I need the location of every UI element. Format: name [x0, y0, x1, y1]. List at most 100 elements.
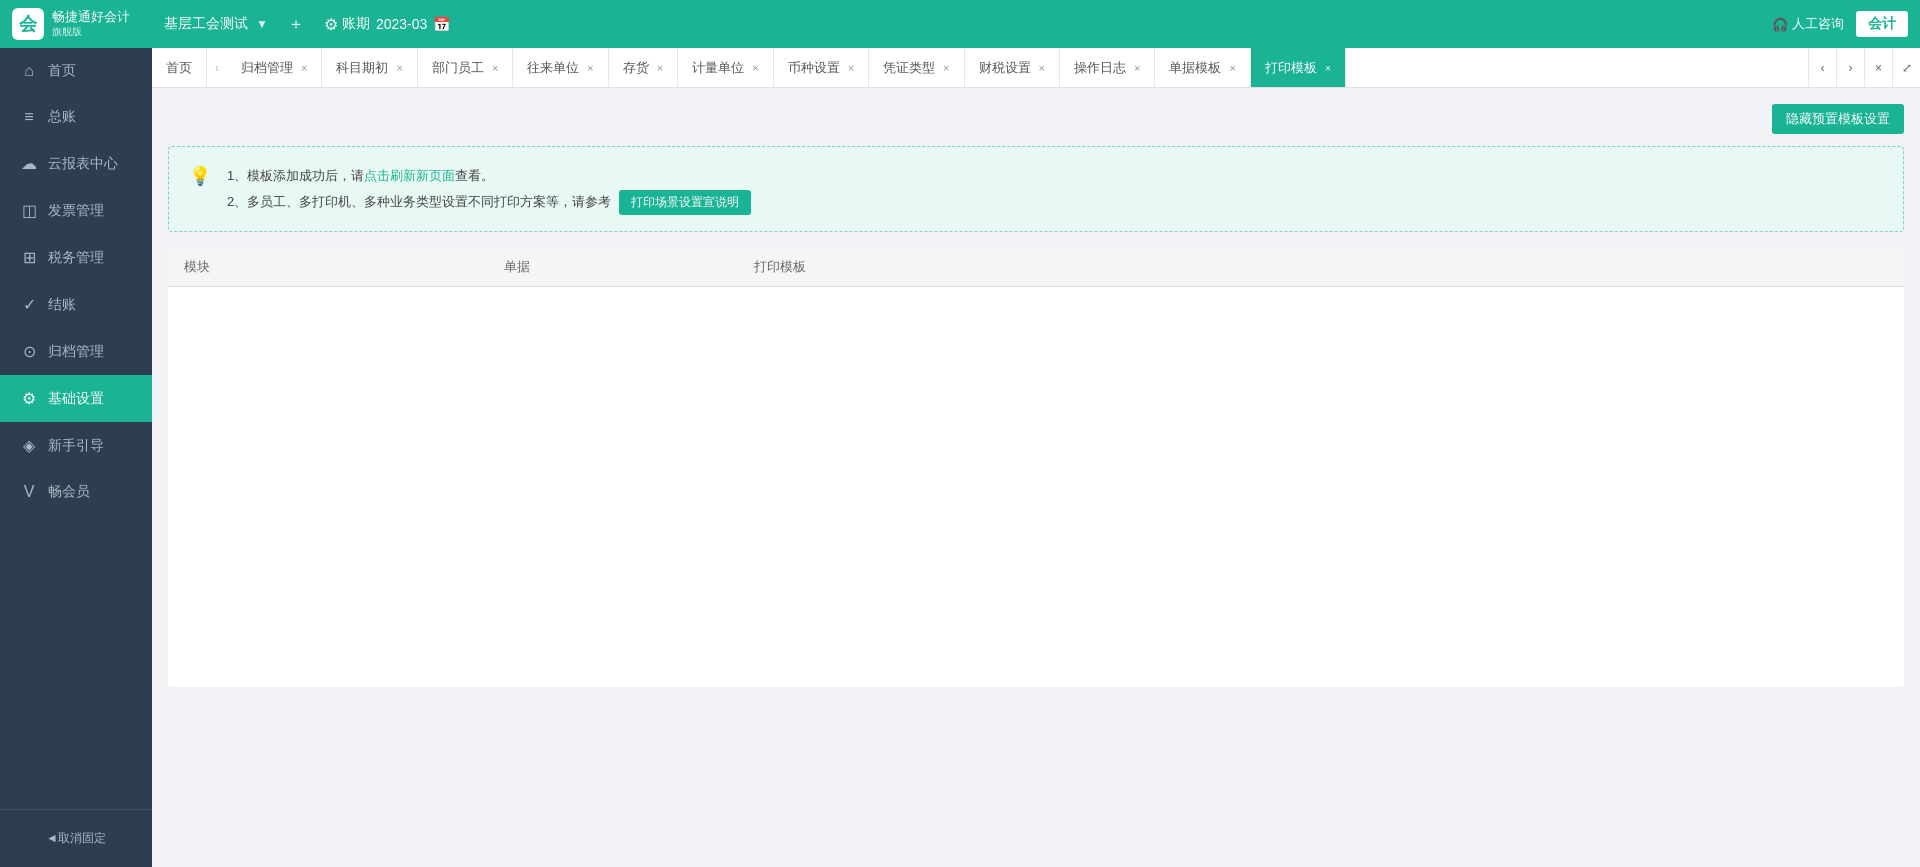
sidebar-item-label: 结账 [48, 296, 76, 314]
sidebar-item-label: 总账 [48, 108, 76, 126]
tab-label: 操作日志 [1074, 59, 1126, 77]
th-template: 打印模板 [738, 248, 1904, 286]
tab-voucher-type[interactable]: 凭证类型 × [869, 48, 964, 87]
settings-icon[interactable]: ⚙ [320, 11, 342, 38]
print-scene-button[interactable]: 打印场景设置宣说明 [619, 190, 751, 215]
calendar-icon[interactable]: 📅 [433, 16, 450, 32]
tab-measure-unit[interactable]: 计量单位 × [678, 48, 773, 87]
member-icon: V [20, 483, 38, 501]
archive-icon: ⊙ [20, 342, 38, 361]
tab-home-label: 首页 [166, 59, 192, 77]
bulb-icon: 💡 [189, 165, 211, 187]
sidebar-item-reports[interactable]: ☁ 云报表中心 [0, 140, 152, 187]
tab-close-icon[interactable]: × [1325, 62, 1331, 74]
period-info: 账期 2023-03 📅 [342, 15, 450, 33]
tab-archive-mgmt[interactable]: 归档管理 × [227, 48, 322, 87]
tab-counterparty[interactable]: 往来单位 × [513, 48, 608, 87]
hide-preview-button[interactable]: 隐藏预置模板设置 [1772, 104, 1904, 134]
tab-bar-nav: ‹ › × ⤢ [1808, 48, 1920, 87]
period-label: 账期 [342, 15, 370, 33]
tab-dept-staff[interactable]: 部门员工 × [418, 48, 513, 87]
sidebar-item-general-ledger[interactable]: ≡ 总账 [0, 94, 152, 140]
tab-bar: 首页 ‹ 归档管理 × 科目期初 × 部门员工 × 往来单位 × 存货 × [152, 48, 1920, 88]
logo-text-area: 畅捷通好会计 旗舰版 [52, 9, 130, 39]
tax-icon: ⊞ [20, 248, 38, 267]
company-selector[interactable]: 基层工会测试 ▼ [164, 15, 268, 33]
info-line1: 1、模板添加成功后，请点击刷新新页面查看。 [227, 163, 751, 189]
cloud-icon: ☁ [20, 154, 38, 173]
tab-label: 打印模板 [1265, 59, 1317, 77]
tab-close-icon[interactable]: × [943, 62, 949, 74]
kuai-button[interactable]: 会计 [1856, 11, 1908, 37]
tab-inventory[interactable]: 存货 × [609, 48, 678, 87]
customer-service-button[interactable]: 🎧 人工咨询 [1772, 15, 1844, 33]
settings-icon: ⚙ [20, 389, 38, 408]
tab-close-icon[interactable]: × [752, 62, 758, 74]
info-text-prefix: 1、模板添加成功后，请 [227, 168, 364, 183]
tab-close-icon[interactable]: × [1134, 62, 1140, 74]
top-bar-right: 🎧 人工咨询 会计 [1772, 11, 1908, 37]
tab-close-icon[interactable]: × [587, 62, 593, 74]
tab-close-icon[interactable]: × [492, 62, 498, 74]
table-header: 模块 单据 打印模板 [168, 248, 1904, 287]
tab-close-icon[interactable]: × [1229, 62, 1235, 74]
sidebar-item-archive[interactable]: ⊙ 归档管理 [0, 328, 152, 375]
tab-close-icon[interactable]: × [301, 62, 307, 74]
sidebar-item-label: 云报表中心 [48, 155, 118, 173]
tab-close-icon[interactable]: × [848, 62, 854, 74]
tab-expand-button[interactable]: ⤢ [1892, 48, 1920, 87]
sidebar-item-home[interactable]: ⌂ 首页 [0, 48, 152, 94]
sidebar-item-tax[interactable]: ⊞ 税务管理 [0, 234, 152, 281]
tab-close-icon[interactable]: × [1039, 62, 1045, 74]
sidebar-bottom: ◄取消固定 [0, 809, 152, 867]
tab-tax-setting[interactable]: 财税设置 × [965, 48, 1060, 87]
tab-currency[interactable]: 币种设置 × [774, 48, 869, 87]
th-doc: 单据 [488, 248, 738, 286]
tab-print-template[interactable]: 打印模板 × [1251, 48, 1346, 87]
sidebar-item-invoice[interactable]: ◫ 发票管理 [0, 187, 152, 234]
tab-operation-log[interactable]: 操作日志 × [1060, 48, 1155, 87]
tab-nav-prev-button[interactable]: ‹ [1808, 48, 1836, 87]
info-line2: 2、多员工、多打印机、多种业务类型设置不同打印方案等，请参考 打印场景设置宣说明 [227, 189, 751, 215]
sidebar-item-guide[interactable]: ◈ 新手引导 [0, 422, 152, 469]
app-name: 畅捷通好会计 [52, 9, 130, 25]
tab-subject-period[interactable]: 科目期初 × [322, 48, 417, 87]
top-bar: 会 畅捷通好会计 旗舰版 基层工会测试 ▼ ＋ ⚙ 账期 2023-03 📅 🎧… [0, 0, 1920, 48]
tab-label: 财税设置 [979, 59, 1031, 77]
tab-separator: ‹ [207, 61, 227, 75]
invoice-icon: ◫ [20, 201, 38, 220]
top-bar-actions: ＋ ⚙ [284, 10, 342, 39]
info-text-suffix: 查看。 [455, 168, 494, 183]
sidebar: ⌂ 首页 ≡ 总账 ☁ 云报表中心 ◫ 发票管理 ⊞ 税务管理 ✓ 结账 ⊙ 归… [0, 48, 152, 867]
cancel-fixed-button[interactable]: ◄取消固定 [0, 822, 152, 855]
tab-home[interactable]: 首页 [152, 48, 207, 87]
ledger-icon: ≡ [20, 108, 38, 126]
tab-label: 单据模板 [1169, 59, 1221, 77]
sidebar-item-label: 归档管理 [48, 343, 104, 361]
add-tab-button[interactable]: ＋ [284, 10, 308, 39]
th-module: 模块 [168, 248, 488, 286]
company-name: 基层工会测试 [164, 15, 248, 33]
tab-label: 部门员工 [432, 59, 484, 77]
chevron-down-icon: ▼ [256, 17, 268, 31]
sidebar-item-basic[interactable]: ⚙ 基础设置 [0, 375, 152, 422]
guide-icon: ◈ [20, 436, 38, 455]
tab-close-all-button[interactable]: × [1864, 48, 1892, 87]
tab-label: 币种设置 [788, 59, 840, 77]
tab-close-icon[interactable]: × [657, 62, 663, 74]
table-body [168, 287, 1904, 687]
tab-close-icon[interactable]: × [396, 62, 402, 74]
tab-label: 归档管理 [241, 59, 293, 77]
tab-nav-next-button[interactable]: › [1836, 48, 1864, 87]
tab-single-doc[interactable]: 单据模板 × [1155, 48, 1250, 87]
sidebar-item-member[interactable]: V 畅会员 [0, 469, 152, 515]
info-box: 💡 1、模板添加成功后，请点击刷新新页面查看。 2、多员工、多打印机、多种业务类… [168, 146, 1904, 232]
refresh-link[interactable]: 点击刷新新页面 [364, 168, 455, 183]
sidebar-item-close[interactable]: ✓ 结账 [0, 281, 152, 328]
cancel-fixed-label: ◄取消固定 [46, 830, 106, 847]
sidebar-item-label: 首页 [48, 62, 76, 80]
hide-preview-area: 隐藏预置模板设置 [168, 104, 1904, 134]
home-icon: ⌂ [20, 62, 38, 80]
sidebar-item-label: 发票管理 [48, 202, 104, 220]
app-sub: 旗舰版 [52, 25, 130, 39]
